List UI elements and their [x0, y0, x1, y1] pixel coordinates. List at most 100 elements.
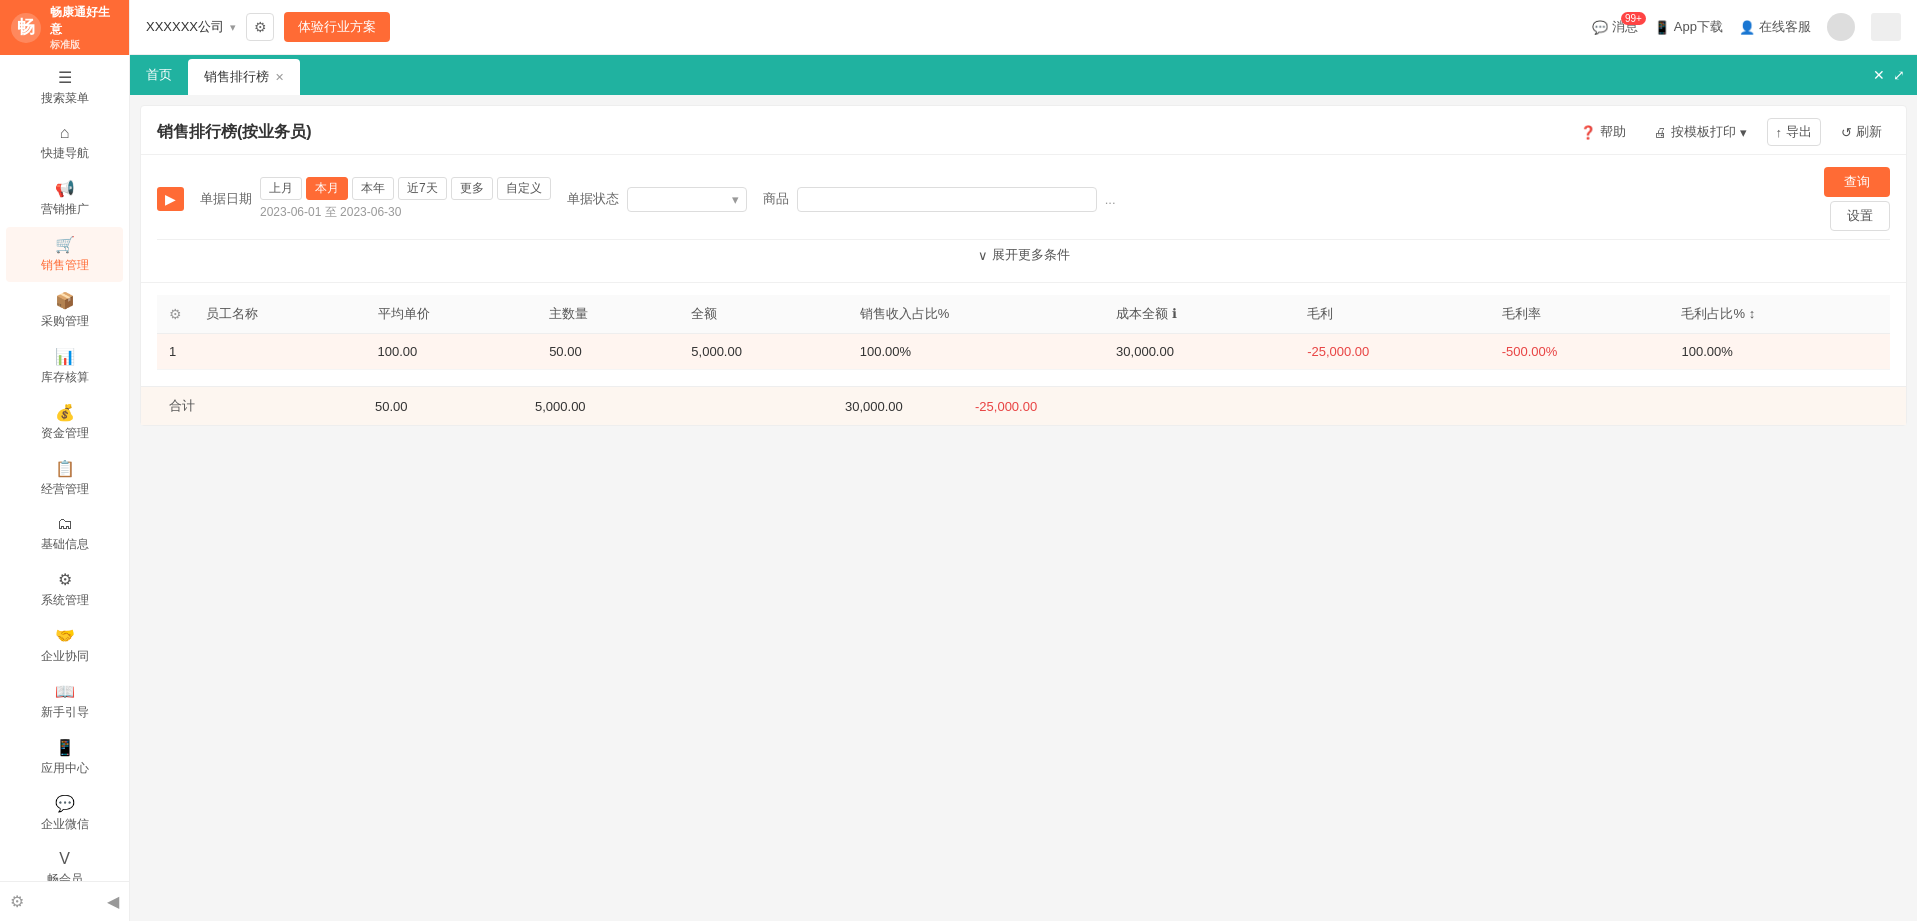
- column-settings-icon[interactable]: ⚙: [169, 306, 182, 322]
- goods-filter: 商品 ...: [763, 187, 1116, 212]
- page-header: 销售排行榜(按业务员) ❓ 帮助 🖨 按模板打印 ▾ ↑ 导出: [141, 106, 1906, 155]
- sidebar-item-6[interactable]: 💰 资金管理: [6, 395, 123, 450]
- set-button[interactable]: 设置: [1830, 201, 1890, 231]
- sidebar-icon-12: 📱: [55, 738, 75, 757]
- download-icon: 📱: [1654, 20, 1670, 35]
- sidebar-label-4: 采购管理: [41, 313, 89, 330]
- trial-button[interactable]: 体验行业方案: [284, 12, 390, 42]
- filter-toggle-btn[interactable]: ▶: [157, 187, 184, 211]
- app-sub: 标准版: [50, 38, 119, 52]
- app-download-btn[interactable]: 📱 App下载: [1654, 18, 1723, 36]
- sales-ranking-tab-label: 销售排行榜: [204, 68, 269, 86]
- table-footer: 合计 50.00 5,000.00 30,000.00 -25,000.00: [141, 386, 1906, 425]
- sidebar-item-0[interactable]: ☰ 搜索菜单: [6, 60, 123, 115]
- tabbar: 首页 销售排行榜 ✕ ✕ ⤢: [130, 55, 1917, 95]
- sidebar-settings-icon[interactable]: ⚙: [10, 892, 24, 911]
- message-badge: 99+: [1621, 12, 1646, 25]
- date-btn-7days[interactable]: 近7天: [398, 177, 447, 200]
- th-amount: 全额: [679, 295, 847, 334]
- company-arrow-icon: ▾: [230, 21, 236, 34]
- footer-total-label: 合计: [169, 397, 195, 415]
- th-avg-price: 平均单价: [366, 295, 538, 334]
- date-filter: 单据日期 上月 本月 本年 近7天 更多 自定义 2023-06-01 至 20…: [200, 177, 551, 221]
- sidebar-item-9[interactable]: ⚙ 系统管理: [6, 562, 123, 617]
- sidebar-item-8[interactable]: 🗂 基础信息: [6, 507, 123, 561]
- page-title: 销售排行榜(按业务员): [157, 122, 312, 143]
- sidebar-item-3[interactable]: 🛒 销售管理: [6, 227, 123, 282]
- sidebar-icon-5: 📊: [55, 347, 75, 366]
- status-select[interactable]: [627, 187, 747, 212]
- goods-filter-label: 商品: [763, 190, 789, 208]
- sidebar-label-6: 资金管理: [41, 425, 89, 442]
- page-container: 销售排行榜(按业务员) ❓ 帮助 🖨 按模板打印 ▾ ↑ 导出: [140, 105, 1907, 426]
- sidebar-item-10[interactable]: 🤝 企业协同: [6, 618, 123, 673]
- tab-close-icon[interactable]: ✕: [275, 71, 284, 84]
- tabbar-actions: ✕ ⤢: [1873, 67, 1917, 83]
- sidebar-item-14[interactable]: V 畅会员: [6, 842, 123, 881]
- sidebar-label-1: 快捷导航: [41, 145, 89, 162]
- date-btn-custom[interactable]: 自定义: [497, 177, 551, 200]
- cell-amount: 5,000.00: [679, 334, 847, 370]
- message-icon: 💬: [1592, 20, 1608, 35]
- app-logo-icon: 畅: [10, 12, 42, 44]
- sidebar: 畅 畅康通好生意 标准版 ☰ 搜索菜单 ⌂ 快捷导航 📢 营销推广 🛒 销售管理…: [0, 0, 130, 921]
- sidebar-label-2: 营销推广: [41, 201, 89, 218]
- sidebar-icon-3: 🛒: [55, 235, 75, 254]
- more-dots[interactable]: ...: [1105, 192, 1116, 207]
- export-icon: ↑: [1776, 125, 1783, 140]
- date-btn-more[interactable]: 更多: [451, 177, 493, 200]
- export-btn[interactable]: ↑ 导出: [1767, 118, 1822, 146]
- sidebar-icon-13: 💬: [55, 794, 75, 813]
- table-header-row: ⚙ 员工名称 平均单价 主数量 全额 销售收入占比% 成本全额 ℹ 毛利 毛利率…: [157, 295, 1890, 334]
- date-btn-last-month[interactable]: 上月: [260, 177, 302, 200]
- sidebar-label-13: 企业微信: [41, 816, 89, 833]
- cell-gross-pct: 100.00%: [1669, 334, 1890, 370]
- user-avatar[interactable]: [1827, 13, 1855, 41]
- sidebar-item-7[interactable]: 📋 经营管理: [6, 451, 123, 506]
- app-name: 畅康通好生意: [50, 4, 119, 38]
- refresh-btn[interactable]: ↺ 刷新: [1833, 119, 1890, 145]
- sidebar-icon-1: ⌂: [60, 124, 70, 142]
- goods-input[interactable]: [797, 187, 1097, 212]
- print-btn[interactable]: 🖨 按模板打印 ▾: [1646, 119, 1755, 145]
- topbar-settings-btn[interactable]: ⚙: [246, 13, 274, 41]
- page-actions: ❓ 帮助 🖨 按模板打印 ▾ ↑ 导出 ↺ 刷新: [1572, 118, 1891, 146]
- sidebar-item-11[interactable]: 📖 新手引导: [6, 674, 123, 729]
- service-icon: 👤: [1739, 20, 1755, 35]
- sidebar-item-2[interactable]: 📢 营销推广: [6, 171, 123, 226]
- status-filter-label: 单据状态: [567, 190, 619, 208]
- company-selector[interactable]: XXXXXX公司 ▾: [146, 18, 236, 36]
- tab-expand-icon[interactable]: ⤢: [1893, 67, 1905, 83]
- message-btn[interactable]: 💬 消息 99+: [1592, 18, 1638, 36]
- sidebar-item-1[interactable]: ⌂ 快捷导航: [6, 116, 123, 170]
- company-name: XXXXXX公司: [146, 18, 224, 36]
- query-button[interactable]: 查询: [1824, 167, 1890, 197]
- help-btn[interactable]: ❓ 帮助: [1572, 119, 1634, 145]
- sidebar-icon-0: ☰: [58, 68, 72, 87]
- date-btn-this-year[interactable]: 本年: [352, 177, 394, 200]
- th-cost: 成本全额 ℹ: [1104, 295, 1295, 334]
- sidebar-icon-4: 📦: [55, 291, 75, 310]
- sidebar-item-12[interactable]: 📱 应用中心: [6, 730, 123, 785]
- main-area: XXXXXX公司 ▾ ⚙ 体验行业方案 💬 消息 99+ 📱 App下载 👤 在…: [130, 0, 1917, 921]
- date-btn-this-month[interactable]: 本月: [306, 177, 348, 200]
- th-name: 员工名称: [194, 295, 366, 334]
- date-buttons: 上月 本月 本年 近7天 更多 自定义: [260, 177, 551, 200]
- sidebar-collapse-icon[interactable]: ◀: [107, 892, 119, 911]
- tab-sales-ranking[interactable]: 销售排行榜 ✕: [188, 59, 300, 95]
- sidebar-item-5[interactable]: 📊 库存核算: [6, 339, 123, 394]
- th-settings: ⚙: [157, 295, 194, 334]
- tab-home[interactable]: 首页: [130, 55, 188, 95]
- refresh-icon: ↺: [1841, 125, 1852, 140]
- sidebar-icon-9: ⚙: [58, 570, 72, 589]
- sidebar-item-13[interactable]: 💬 企业微信: [6, 786, 123, 841]
- cell-sales-pct: 100.00%: [848, 334, 1104, 370]
- date-range-display: 2023-06-01 至 2023-06-30: [260, 204, 551, 221]
- online-service-btn[interactable]: 👤 在线客服: [1739, 18, 1811, 36]
- expand-btn[interactable]: ∨ 展开更多条件: [157, 240, 1890, 270]
- expand-chevron-icon: ∨: [978, 248, 988, 263]
- sidebar-icon-14: V: [59, 850, 70, 868]
- tab-close-all-icon[interactable]: ✕: [1873, 67, 1885, 83]
- table-row: 1 100.00 50.00 5,000.00 100.00% 30,000.0…: [157, 334, 1890, 370]
- sidebar-item-4[interactable]: 📦 采购管理: [6, 283, 123, 338]
